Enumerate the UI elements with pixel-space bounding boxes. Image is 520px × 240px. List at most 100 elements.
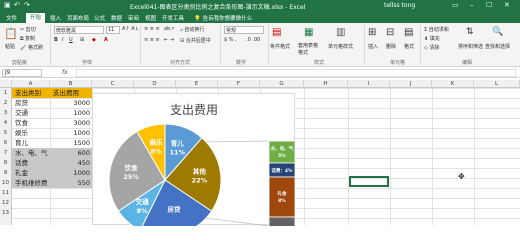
italic-button[interactable]: I (62, 37, 63, 43)
save-icon[interactable]: ▣ (4, 1, 11, 9)
autosum-button[interactable]: Σ 自动求和 (424, 26, 449, 33)
undo-icon[interactable]: ↶ (14, 1, 20, 9)
row-header[interactable]: 11 (0, 188, 12, 198)
chart-title[interactable]: 支出费用 (170, 103, 218, 117)
font-size-select[interactable]: 11 (106, 26, 120, 34)
bold-button[interactable]: B (54, 37, 58, 43)
row-header[interactable]: 13 (0, 208, 12, 218)
table-cell[interactable]: 礼金 (12, 168, 50, 178)
name-box[interactable]: J9 (2, 69, 42, 77)
table-cell[interactable]: 3000 (50, 118, 92, 128)
font-name-select[interactable]: 微软雅黑 (54, 26, 104, 34)
col-header[interactable]: D (134, 80, 176, 88)
table-cell[interactable]: 600 (50, 148, 92, 158)
col-header[interactable]: G (260, 80, 304, 88)
fill-color-icon[interactable]: ◆ (92, 37, 96, 43)
select-all-corner[interactable] (0, 80, 12, 88)
table-format-icon[interactable]: ▦ (304, 27, 313, 38)
col-header[interactable]: A (12, 80, 50, 88)
delete-cells-button[interactable]: 删除 (386, 43, 396, 50)
tab-home[interactable]: 开始 (26, 13, 46, 23)
tab-page-layout[interactable]: 页面布局 (67, 14, 89, 22)
insert-cells-icon[interactable]: ⊞ (368, 27, 376, 38)
merge-center-button[interactable]: ⊟ 合并后居中 (180, 37, 211, 44)
table-cell[interactable]: 房贷 (12, 98, 50, 108)
fill-button[interactable]: ⬇ 填充 (424, 35, 440, 42)
align-top-icon[interactable]: ≡ ≡ ≡ (144, 26, 160, 32)
cut-button[interactable]: ✂ 剪切 (20, 26, 36, 33)
wrap-text-button[interactable]: ⤶ 自动换行 (180, 26, 204, 33)
orientation-icon[interactable]: ab↗ (164, 26, 174, 32)
insert-cells-button[interactable]: 插入 (368, 43, 378, 50)
col-header[interactable]: J (390, 80, 432, 88)
tab-review[interactable]: 审阅 (128, 14, 139, 22)
table-cell[interactable]: 交通 (12, 108, 50, 118)
delete-cells-icon[interactable]: ⊟ (386, 27, 394, 38)
format-painter-button[interactable]: 🖌 格式刷 (20, 44, 43, 51)
copy-button[interactable]: ⧉ 复制 (20, 35, 35, 42)
col-header[interactable]: B (50, 80, 92, 88)
chart-area[interactable]: 支出费用 育儿 11% 其他 22% 房贷 交通 8% 饮食 25% 娱乐 8% 水、电、气 5% 话费：… (92, 93, 296, 240)
table-cell[interactable]: 3000 (50, 98, 92, 108)
format-cells-button[interactable]: 格式 (404, 43, 414, 50)
number-format-select[interactable]: 常规 (224, 26, 264, 34)
selected-cell[interactable] (349, 176, 389, 187)
col-header[interactable]: H (304, 80, 348, 88)
sort-filter-icon[interactable]: ⇅ (466, 27, 474, 37)
maximize-icon[interactable]: ☐ (486, 1, 492, 9)
row-header[interactable]: 3 (0, 108, 12, 118)
paste-icon[interactable]: 📋 (4, 27, 18, 40)
table-cell[interactable]: 娱乐 (12, 128, 50, 138)
table-cell[interactable]: 话费 (12, 158, 50, 168)
cond-format-icon[interactable]: ▤ (272, 27, 281, 38)
row-header[interactable]: 6 (0, 138, 12, 148)
table-format-button[interactable]: 套用表格格式 (298, 43, 322, 57)
tab-data[interactable]: 数据 (111, 14, 122, 22)
table-header-cell[interactable]: 支出费用 (50, 88, 92, 98)
cell-style-button[interactable]: 单元格样式 (328, 43, 353, 50)
table-cell[interactable]: 1000 (50, 128, 92, 138)
tab-developer[interactable]: 开发工具 (162, 14, 184, 22)
row-header[interactable]: 2 (0, 98, 12, 108)
currency-icon[interactable]: $ % , (224, 37, 237, 43)
col-header[interactable]: E (176, 80, 218, 88)
col-header[interactable]: C (92, 80, 134, 88)
user-name[interactable]: tellss tong (384, 2, 415, 9)
table-cell[interactable]: 450 (50, 158, 92, 168)
row-header[interactable]: 8 (0, 158, 12, 168)
underline-button[interactable]: U (69, 37, 73, 43)
table-cell[interactable]: 1500 (50, 138, 92, 148)
bar-segment[interactable] (268, 140, 296, 164)
find-icon[interactable]: 🔍 (492, 27, 503, 37)
row-header[interactable]: 4 (0, 118, 12, 128)
paste-button[interactable]: 粘贴 (5, 43, 15, 50)
format-cells-icon[interactable]: ▤ (404, 27, 413, 38)
col-header[interactable]: F (218, 80, 260, 88)
find-select-button[interactable]: 查找和选择 (485, 43, 510, 50)
row-header[interactable]: 10 (0, 178, 12, 188)
row-header[interactable]: 7 (0, 148, 12, 158)
tell-me-box[interactable]: 💡 告诉我你想要做什么 (194, 14, 252, 22)
minimize-icon[interactable]: – (470, 1, 474, 9)
fx-icon[interactable]: fx (62, 69, 68, 76)
tab-view[interactable]: 视图 (145, 14, 156, 22)
sort-filter-button[interactable]: 排序和筛选 (458, 43, 483, 50)
row-header[interactable]: 5 (0, 128, 12, 138)
table-cell[interactable]: 550 (50, 178, 92, 188)
col-header[interactable]: I (348, 80, 390, 88)
table-cell[interactable]: 手机维修费 (12, 178, 50, 188)
row-header[interactable]: 12 (0, 198, 12, 208)
border-icon[interactable]: ⊞ (80, 37, 84, 43)
bar-segment[interactable] (268, 176, 296, 218)
tab-file[interactable]: 文件 (6, 14, 17, 22)
font-color-icon[interactable]: A (104, 37, 108, 43)
ribbon-display-icon[interactable]: ▭ (452, 1, 459, 9)
table-cell[interactable]: 育儿 (12, 138, 50, 148)
cell-style-icon[interactable]: ▥ (336, 27, 345, 38)
align-left-icon[interactable]: ≡ ≡ ≡ (144, 37, 160, 43)
formula-input[interactable] (76, 69, 516, 77)
row-header[interactable]: 1 (0, 88, 12, 98)
table-cell[interactable]: 1000 (50, 168, 92, 178)
indent-icon[interactable]: ⇤ ⇥ (164, 37, 174, 43)
bar-segment[interactable] (268, 216, 296, 240)
